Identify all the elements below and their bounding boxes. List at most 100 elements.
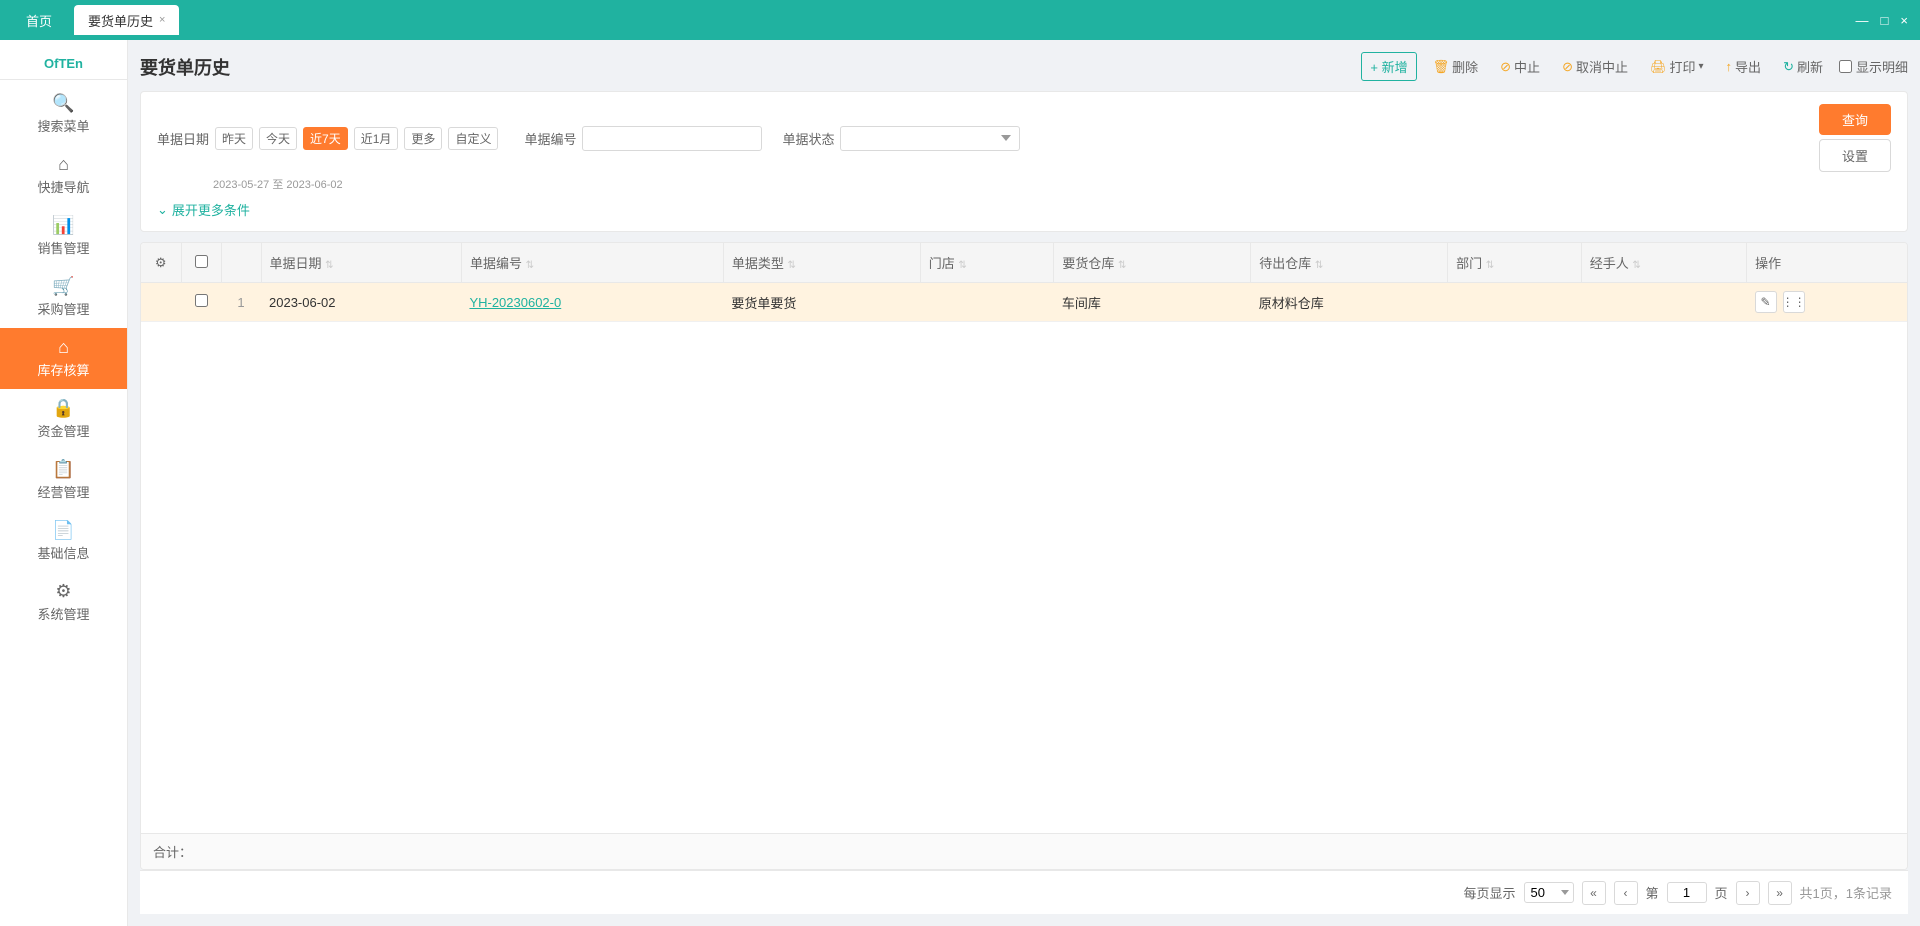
date-range-text: 2023-05-27 至 2023-06-02 xyxy=(213,179,343,191)
window-controls: — □ × xyxy=(1856,13,1908,28)
date-btn-yesterday[interactable]: 昨天 xyxy=(215,127,253,150)
sort-store-icon: ⇅ xyxy=(958,260,966,271)
th-req-warehouse[interactable]: 要货仓库 ⇅ xyxy=(1054,243,1251,283)
cancel-stop-label: 取消中止 xyxy=(1576,57,1628,76)
row-edit-button[interactable]: ✎ xyxy=(1755,291,1777,313)
cancel-stop-button[interactable]: ⊘ 取消中止 xyxy=(1556,53,1634,80)
th-department[interactable]: 部门 ⇅ xyxy=(1448,243,1582,283)
stop-button[interactable]: ⊘ 中止 xyxy=(1494,53,1546,80)
th-date[interactable]: 单据日期 ⇅ xyxy=(261,243,461,283)
minimize-icon[interactable]: — xyxy=(1856,13,1869,28)
sidebar-item-inventory[interactable]: ⌂ 库存核算 xyxy=(0,328,127,389)
export-button[interactable]: ↑ 导出 xyxy=(1720,53,1768,80)
prev-page-button[interactable]: ‹ xyxy=(1614,881,1638,905)
sidebar-item-label: 销售管理 xyxy=(37,238,89,257)
table-container: ⚙ 单据日期 ⇅ 单据编号 ⇅ xyxy=(141,243,1907,833)
sidebar-item-label: 库存核算 xyxy=(37,360,89,379)
sidebar-item-quick-nav[interactable]: ⌂ 快捷导航 xyxy=(0,145,127,206)
inventory-icon: ⌂ xyxy=(58,338,69,356)
next-page-button[interactable]: › xyxy=(1736,881,1760,905)
print-icon: 🖨 xyxy=(1650,59,1667,75)
last-page-button[interactable]: » xyxy=(1768,881,1792,905)
th-pending-warehouse[interactable]: 待出仓库 ⇅ xyxy=(1251,243,1448,283)
print-button[interactable]: 🖨 打印 ▾ xyxy=(1644,53,1710,80)
refresh-label: 刷新 xyxy=(1797,57,1823,76)
td-pending-warehouse: 原材料仓库 xyxy=(1251,283,1448,322)
first-page-button[interactable]: « xyxy=(1582,881,1606,905)
maximize-icon[interactable]: □ xyxy=(1881,13,1889,28)
table-footer: 合计： xyxy=(141,833,1907,869)
status-select[interactable] xyxy=(840,126,1020,151)
th-settings[interactable]: ⚙ xyxy=(141,243,181,283)
td-req-warehouse: 车间库 xyxy=(1054,283,1251,322)
sort-date-icon: ⇅ xyxy=(325,260,333,271)
row-checkbox[interactable] xyxy=(195,294,208,307)
sidebar-item-operations[interactable]: 📋 经营管理 xyxy=(0,450,127,511)
date-range-display: 2023-05-27 至 2023-06-02 xyxy=(157,176,1891,192)
operations-icon: 📋 xyxy=(52,460,74,478)
logo: OfTEn xyxy=(0,48,127,80)
date-btn-more[interactable]: 更多 xyxy=(404,127,442,150)
sidebar-item-label: 搜索菜单 xyxy=(37,116,89,135)
sort-handler-icon: ⇅ xyxy=(1632,260,1640,271)
page-size-select[interactable]: 20 50 100 xyxy=(1524,882,1574,903)
header-actions: + 新增 🗑 删除 ⊘ 中止 ⊘ 取消中止 🖨 打印 ▾ xyxy=(1361,52,1908,81)
query-button[interactable]: 查询 xyxy=(1819,104,1891,135)
page-suffix: 页 xyxy=(1715,883,1728,902)
delete-button[interactable]: 🗑 删除 xyxy=(1427,53,1485,80)
td-doc-type: 要货单要货 xyxy=(723,283,920,322)
date-btn-7days[interactable]: 近7天 xyxy=(303,127,348,150)
th-store[interactable]: 门店 ⇅ xyxy=(920,243,1054,283)
sidebar-item-label: 资金管理 xyxy=(37,421,89,440)
tab-active[interactable]: 要货单历史 × xyxy=(74,5,179,35)
sidebar-item-search-menu[interactable]: 🔍 搜索菜单 xyxy=(0,84,127,145)
active-tab-label: 要货单历史 xyxy=(88,11,153,30)
page-number-input[interactable] xyxy=(1667,882,1707,903)
doc-no-input[interactable] xyxy=(582,126,762,151)
td-department xyxy=(1448,283,1582,322)
date-btn-1month[interactable]: 近1月 xyxy=(354,127,399,150)
purchase-icon: 🛒 xyxy=(52,277,74,295)
expand-more[interactable]: ⌄ 展开更多条件 xyxy=(157,192,1891,219)
select-all-checkbox[interactable] xyxy=(195,255,208,268)
brand-name: OfTEn xyxy=(44,56,83,71)
date-btn-today[interactable]: 今天 xyxy=(259,127,297,150)
table-wrapper: ⚙ 单据日期 ⇅ 单据编号 ⇅ xyxy=(140,242,1908,870)
doc-no-field: 单据编号 xyxy=(524,126,762,151)
export-icon: ↑ xyxy=(1726,59,1733,74)
th-actions: 操作 xyxy=(1747,243,1907,283)
settings-button[interactable]: 设置 xyxy=(1819,139,1891,172)
expand-icon: ⌄ xyxy=(157,202,168,218)
new-button[interactable]: + 新增 xyxy=(1361,52,1416,81)
doc-no-link[interactable]: YH-20230602-0 xyxy=(469,295,561,310)
th-doc-no[interactable]: 单据编号 ⇅ xyxy=(461,243,723,283)
page-info: 共1页，1条记录 xyxy=(1800,883,1892,902)
sidebar-item-basic-info[interactable]: 📄 基础信息 xyxy=(0,511,127,572)
summary-label: 合计： xyxy=(153,842,192,861)
sort-department-icon: ⇅ xyxy=(1486,260,1494,271)
search-menu-icon: 🔍 xyxy=(52,94,74,112)
close-window-icon[interactable]: × xyxy=(1900,13,1908,28)
tab-home[interactable]: 首页 xyxy=(12,5,66,35)
th-doc-type[interactable]: 单据类型 ⇅ xyxy=(723,243,920,283)
sidebar-item-system[interactable]: ⚙ 系统管理 xyxy=(0,572,127,633)
table-header-row: ⚙ 单据日期 ⇅ 单据编号 ⇅ xyxy=(141,243,1907,283)
basic-info-icon: 📄 xyxy=(52,521,74,539)
print-arrow-icon: ▾ xyxy=(1699,61,1704,72)
th-handler[interactable]: 经手人 ⇅ xyxy=(1581,243,1746,283)
row-more-button[interactable]: ⋮⋮ xyxy=(1783,291,1805,313)
show-detail-wrap: 显示明细 xyxy=(1839,57,1908,76)
sidebar-item-sales[interactable]: 📊 销售管理 xyxy=(0,206,127,267)
export-label: 导出 xyxy=(1735,57,1761,76)
refresh-button[interactable]: ↻ 刷新 xyxy=(1777,53,1829,80)
date-btn-custom[interactable]: 自定义 xyxy=(448,127,498,150)
sidebar-item-finance[interactable]: 🔒 资金管理 xyxy=(0,389,127,450)
page-label: 第 xyxy=(1646,883,1659,902)
home-tab-label: 首页 xyxy=(26,11,52,30)
close-tab-icon[interactable]: × xyxy=(159,14,165,26)
sidebar-item-purchase[interactable]: 🛒 采购管理 xyxy=(0,267,127,328)
td-settings xyxy=(141,283,181,322)
sidebar-item-label: 采购管理 xyxy=(37,299,89,318)
show-detail-checkbox[interactable] xyxy=(1839,60,1852,73)
sidebar-item-label: 经营管理 xyxy=(37,482,89,501)
